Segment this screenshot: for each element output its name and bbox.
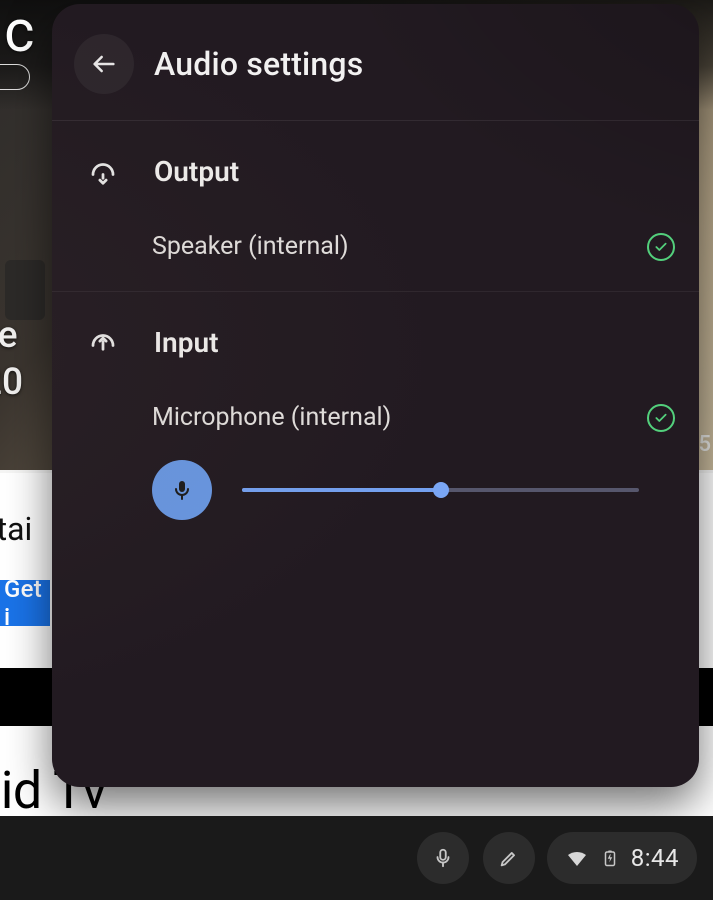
shelf: 8:44 (0, 816, 713, 900)
battery-charging-icon (601, 846, 619, 870)
wifi-icon (565, 846, 589, 870)
mic-gain-row (52, 446, 699, 520)
panel-header: Audio settings (52, 4, 699, 120)
slider-track-fill (242, 488, 441, 492)
hero-caption-line2: 020 (0, 361, 23, 404)
hero-caption: ave 020 (0, 312, 23, 407)
input-section-header: Input (52, 292, 699, 383)
microphone-icon (170, 478, 194, 502)
headphones-output-icon (88, 157, 118, 187)
mic-toggle-button[interactable] (152, 460, 212, 520)
panel-title: Audio settings (154, 45, 363, 83)
output-device-row[interactable]: Speaker (internal) (52, 212, 699, 289)
stylus-button[interactable] (483, 832, 535, 884)
input-device-label: Microphone (internal) (152, 403, 391, 432)
clock: 8:44 (631, 844, 679, 872)
slider-thumb[interactable] (433, 482, 449, 498)
hero-right-number: 5 (698, 432, 711, 457)
hero-chip (0, 64, 30, 90)
hero-caption-line1: ave (0, 314, 18, 357)
mic-gain-slider[interactable] (242, 466, 639, 514)
output-section-header: Output (52, 121, 699, 212)
microphone-icon (432, 847, 454, 869)
output-section-title: Output (154, 155, 239, 188)
edit-icon (498, 847, 520, 869)
audio-settings-panel: Audio settings Output Speaker (internal)… (52, 4, 699, 787)
selected-check-icon (647, 404, 675, 432)
content-strip-label: ertai (0, 510, 32, 548)
arrow-left-icon (90, 50, 118, 78)
input-section-title: Input (154, 326, 218, 359)
status-tray[interactable]: 8:44 (547, 832, 697, 884)
headphones-input-icon (88, 328, 118, 358)
get-button[interactable]: Get i (0, 580, 50, 626)
selected-check-icon (647, 233, 675, 261)
output-device-label: Speaker (internal) (152, 232, 349, 261)
hero-device (5, 260, 45, 320)
back-button[interactable] (74, 34, 134, 94)
input-device-row[interactable]: Microphone (internal) (52, 383, 699, 446)
dictation-button[interactable] (417, 832, 469, 884)
hero-title-fragment: e c (0, 0, 60, 66)
